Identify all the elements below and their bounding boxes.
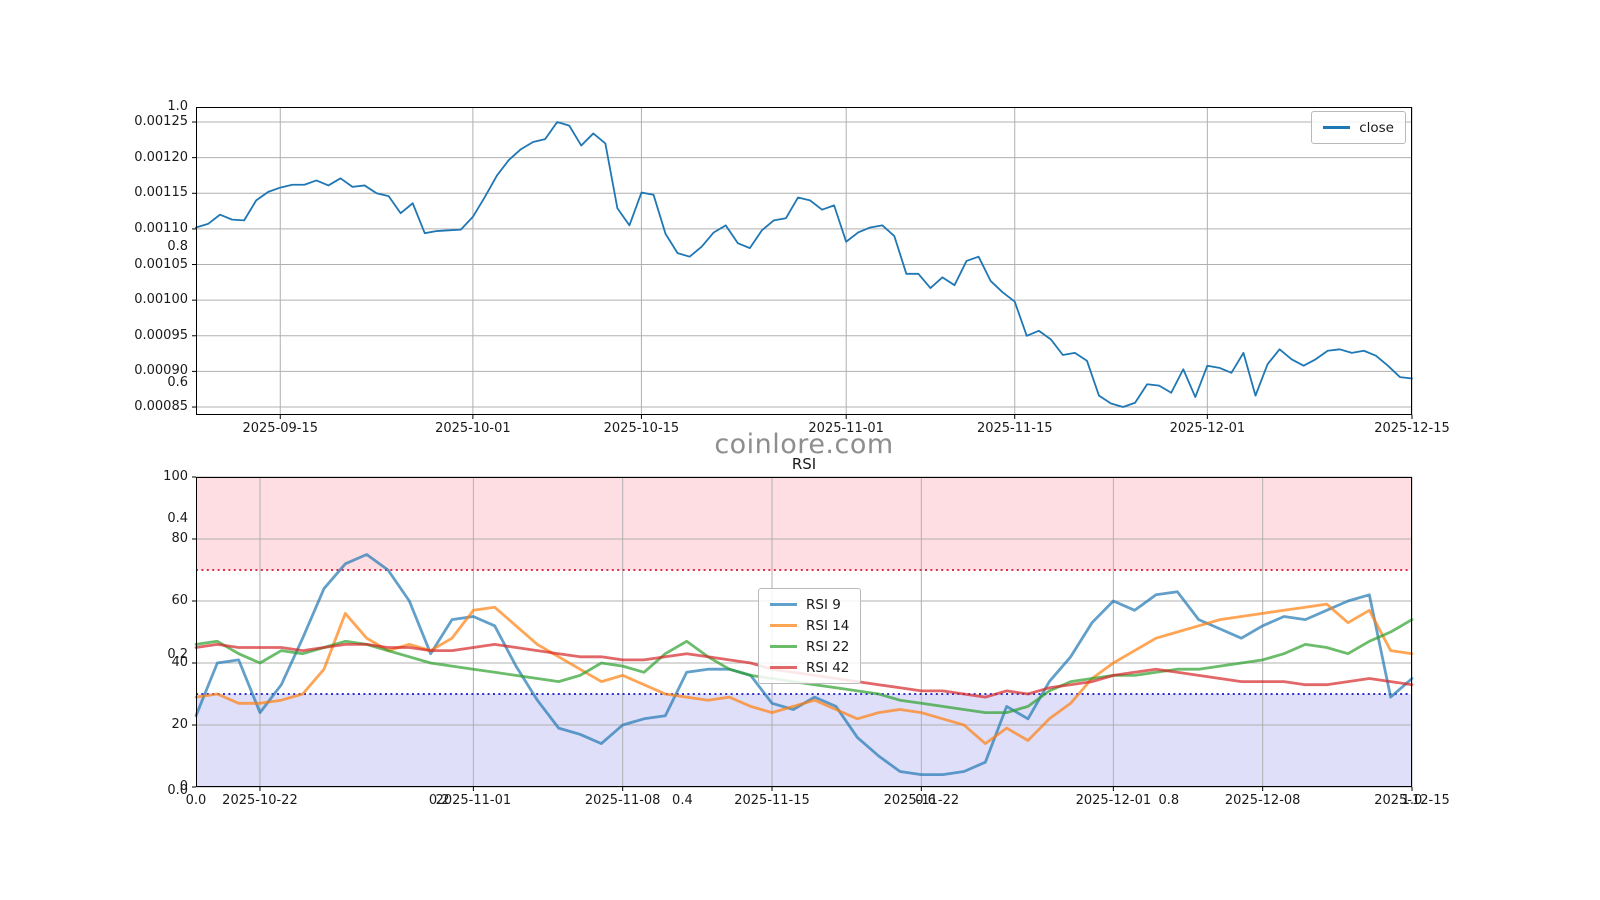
legend-item-close: close [1323, 117, 1394, 138]
rsi-chart-y-tick-label: 60 [171, 593, 188, 608]
rsi-chart-band [196, 694, 1412, 787]
figure-bottom-tick-label: 1.0 [1401, 793, 1423, 808]
figure-bottom-tick-label: 0.6 [915, 793, 936, 808]
close-price-chart-x-tick-label: 2025-11-15 [976, 421, 1053, 436]
legend-label-rsi14: RSI 14 [806, 617, 850, 634]
rsi9-line-swatch [770, 603, 797, 606]
close-price-chart-x-tick-label: 2025-09-15 [242, 421, 319, 436]
rsi14-line-swatch [770, 624, 797, 627]
rsi-chart-title: RSI [791, 455, 817, 473]
legend-item-rsi9: RSI 9 [770, 594, 849, 615]
close-price-chart-y-tick-label: 0.00125 [134, 114, 188, 130]
figure-left-tick-label: 0.6 [167, 375, 188, 390]
close-price-chart-y-tick-label: 0.00110 [134, 220, 188, 236]
close-price-chart-x-tick-label: 2025-12-15 [1374, 421, 1450, 436]
figure-left-tick-label: 0.2 [167, 647, 188, 662]
price-legend: close [1311, 111, 1406, 144]
rsi-legend: RSI 9 RSI 14 RSI 22 RSI 42 [758, 588, 862, 684]
figure-left-tick-label: 1.0 [167, 99, 188, 114]
figure-bottom-tick-label: 0.0 [185, 793, 207, 808]
rsi-chart-band [196, 477, 1412, 570]
legend-item-rsi22: RSI 22 [770, 636, 849, 657]
rsi42-line-swatch [770, 666, 797, 669]
legend-label-rsi42: RSI 42 [806, 659, 850, 676]
close-price-chart-x-tick-label: 2025-12-01 [1169, 421, 1246, 436]
close-price-chart-x-tick-label: 2025-10-15 [603, 421, 680, 436]
legend-item-rsi42: RSI 42 [770, 657, 849, 678]
rsi-chart-y-tick-label: 80 [171, 531, 188, 546]
grid-lines [196, 107, 1413, 415]
legend-label-rsi9: RSI 9 [806, 596, 841, 613]
figure-left-tick-label: 0.4 [167, 511, 188, 526]
close-price-chart-x-tick-label: 2025-11-01 [808, 421, 884, 436]
close-line-swatch [1323, 126, 1351, 129]
rsi-chart-y-tick-label: 20 [171, 717, 188, 732]
close-price-chart-y-tick-label: 0.00085 [134, 399, 188, 415]
figure-bottom-tick-label: 0.2 [428, 793, 450, 808]
tick-marks [192, 121, 1413, 419]
legend-label-rsi22: RSI 22 [806, 638, 850, 655]
close-price-chart-y-tick-label: 0.00095 [134, 327, 188, 343]
close-price-chart-y-tick-label: 0.00115 [134, 185, 188, 201]
figure-bottom-tick-label: 0.8 [1158, 793, 1180, 808]
figure: coinlore.com RSI 2025-09-15 2025-10-01 202… [0, 0, 1600, 900]
rsi22-line-swatch [770, 645, 797, 648]
figure-bottom-tick-label: 0.4 [672, 793, 693, 808]
close-price-chart-x-tick-label: 2025-10-01 [435, 421, 511, 436]
close-price-chart-y-tick-label: 0.00120 [134, 149, 188, 165]
legend-label-close: close [1359, 119, 1394, 136]
close-price-chart-y-tick-label: 0.00100 [134, 292, 188, 308]
price-chart [192, 107, 1413, 419]
close-price-chart-y-tick-label: 0.00105 [134, 256, 188, 272]
axes-spine [196, 107, 1412, 415]
figure-left-tick-label: 0.8 [167, 239, 188, 254]
legend-item-rsi14: RSI 14 [770, 615, 849, 636]
rsi-chart-y-tick-label: 100 [163, 469, 188, 484]
